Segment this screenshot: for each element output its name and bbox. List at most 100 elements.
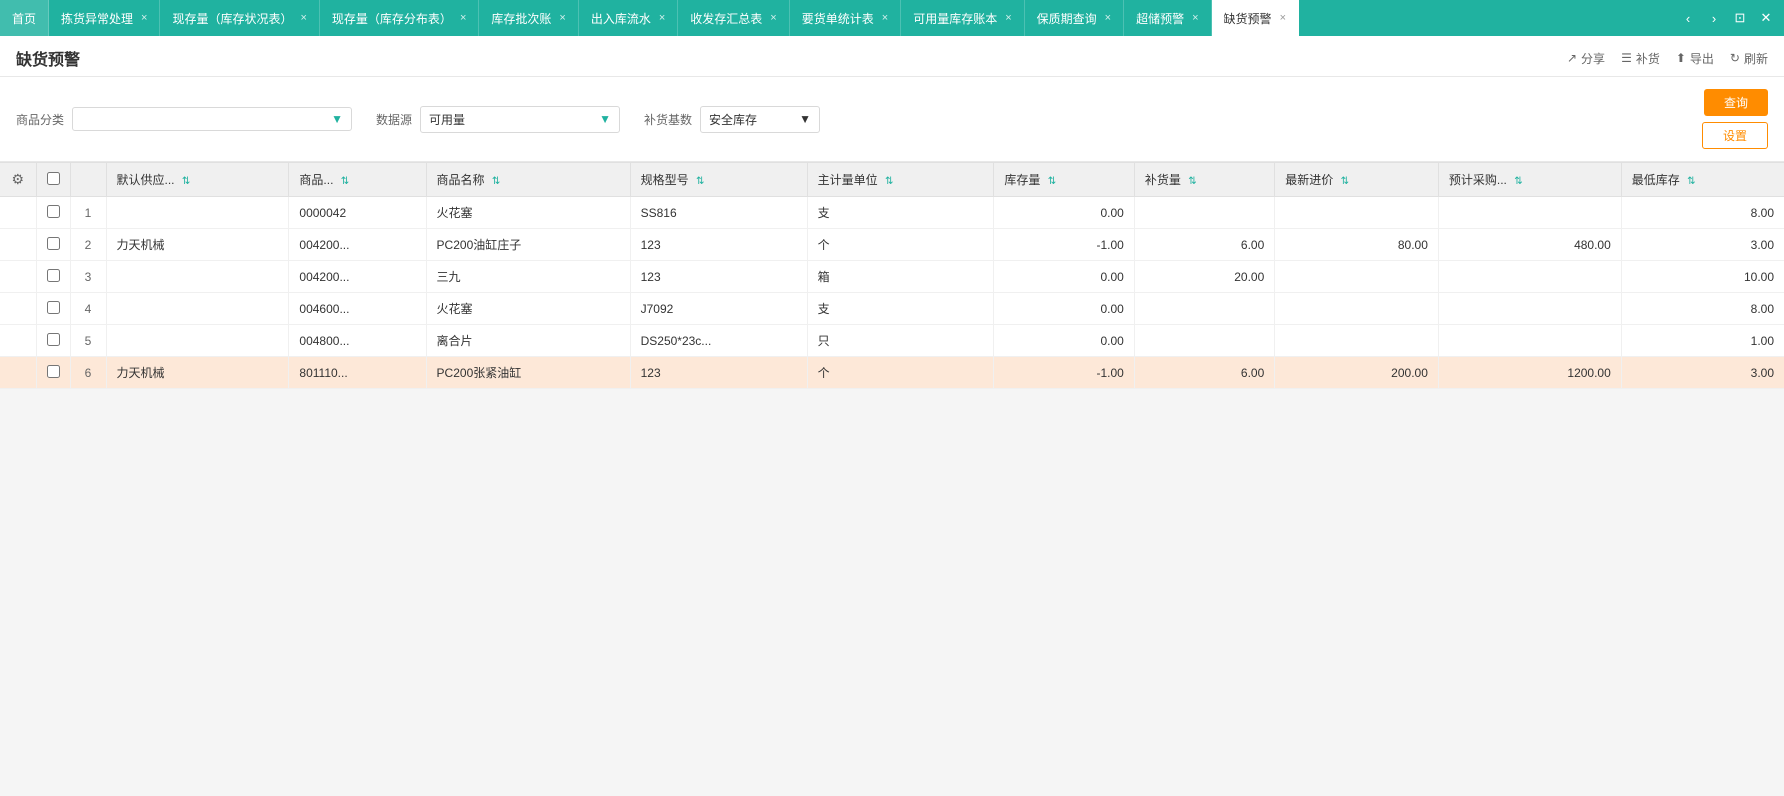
nav-close-btn[interactable]: ✕ bbox=[1754, 6, 1778, 30]
datasource-label: 数据源 bbox=[376, 111, 412, 128]
sort-unit-icon: ⇅ bbox=[885, 176, 893, 187]
nav-restore-btn[interactable]: ⊡ bbox=[1728, 6, 1752, 30]
tab-inventory-dist[interactable]: 现存量（库存分布表） × bbox=[320, 0, 479, 36]
th-min-stock[interactable]: 最低库存 ⇅ bbox=[1621, 163, 1784, 197]
nav-next-btn[interactable]: › bbox=[1702, 6, 1726, 30]
filter-area: 商品分类 ▼ 数据源 可用量 ▼ 补货基数 安全库存 ▼ 查询 设置 bbox=[0, 77, 1784, 162]
replenish-select[interactable]: 安全库存 ▼ bbox=[700, 106, 820, 133]
th-name[interactable]: 商品名称 ⇅ bbox=[426, 163, 630, 197]
row-checkbox-4[interactable] bbox=[47, 333, 60, 346]
datasource-filter-group: 数据源 可用量 ▼ bbox=[376, 106, 620, 133]
th-unit[interactable]: 主计量单位 ⇅ bbox=[807, 163, 994, 197]
category-select[interactable]: ▼ bbox=[72, 107, 352, 131]
row-checkbox-0[interactable] bbox=[47, 205, 60, 218]
tab-shortage[interactable]: 缺货预警 × bbox=[1212, 0, 1299, 36]
table-row: 1 0000042 火花塞 SS816 支 0.00 8.00 bbox=[0, 197, 1784, 229]
th-supplier[interactable]: 默认供应... ⇅ bbox=[106, 163, 289, 197]
td-est-purchase-5: 1200.00 bbox=[1438, 357, 1621, 389]
close-tab-7[interactable]: × bbox=[882, 12, 888, 24]
td-seq-3: 4 bbox=[70, 293, 106, 325]
tab-flow[interactable]: 出入库流水 × bbox=[579, 0, 678, 36]
close-tab-5[interactable]: × bbox=[659, 12, 665, 24]
td-checkbox-4[interactable] bbox=[36, 325, 70, 357]
th-spec[interactable]: 规格型号 ⇅ bbox=[630, 163, 807, 197]
share-btn[interactable]: ↗ 分享 bbox=[1567, 50, 1605, 67]
td-supplier-1: 力天机械 bbox=[106, 229, 289, 261]
row-checkbox-2[interactable] bbox=[47, 269, 60, 282]
td-replenish-1: 6.00 bbox=[1134, 229, 1274, 261]
td-stock-5: -1.00 bbox=[994, 357, 1134, 389]
td-spec-5: 123 bbox=[630, 357, 807, 389]
th-replenish[interactable]: 补货量 ⇅ bbox=[1134, 163, 1274, 197]
td-min-stock-4: 1.00 bbox=[1621, 325, 1784, 357]
close-tab-4[interactable]: × bbox=[559, 12, 565, 24]
td-checkbox-3[interactable] bbox=[36, 293, 70, 325]
close-tab-11[interactable]: × bbox=[1280, 12, 1286, 24]
td-replenish-5: 6.00 bbox=[1134, 357, 1274, 389]
td-code-0: 0000042 bbox=[289, 197, 426, 229]
td-checkbox-5[interactable] bbox=[36, 357, 70, 389]
select-all-checkbox[interactable] bbox=[47, 172, 60, 185]
row-checkbox-3[interactable] bbox=[47, 301, 60, 314]
close-tab-8[interactable]: × bbox=[1005, 12, 1011, 24]
th-gear[interactable]: ⚙ bbox=[0, 163, 36, 197]
th-code[interactable]: 商品... ⇅ bbox=[289, 163, 426, 197]
td-seq-2: 3 bbox=[70, 261, 106, 293]
sort-code-icon: ⇅ bbox=[341, 176, 349, 187]
close-tab-10[interactable]: × bbox=[1192, 12, 1198, 24]
tab-inventory-status[interactable]: 现存量（库存状况表） × bbox=[160, 0, 319, 36]
td-seq-4: 5 bbox=[70, 325, 106, 357]
td-spec-4: DS250*23c... bbox=[630, 325, 807, 357]
nav-prev-btn[interactable]: ‹ bbox=[1676, 6, 1700, 30]
td-stock-2: 0.00 bbox=[994, 261, 1134, 293]
header-actions: ↗ 分享 ☰ 补货 ⬆ 导出 ↻ 刷新 bbox=[1567, 50, 1768, 67]
tab-batch-account[interactable]: 库存批次账 × bbox=[479, 0, 578, 36]
datasource-select[interactable]: 可用量 ▼ bbox=[420, 106, 620, 133]
td-seq-5: 6 bbox=[70, 357, 106, 389]
close-tab-3[interactable]: × bbox=[460, 12, 466, 24]
replenish-btn[interactable]: ☰ 补货 bbox=[1621, 50, 1660, 67]
td-checkbox-1[interactable] bbox=[36, 229, 70, 261]
td-gear-0 bbox=[0, 197, 36, 229]
tab-requisition[interactable]: 要货单统计表 × bbox=[790, 0, 901, 36]
close-tab-9[interactable]: × bbox=[1105, 12, 1111, 24]
category-label: 商品分类 bbox=[16, 111, 64, 128]
export-icon: ⬆ bbox=[1676, 51, 1686, 65]
td-unit-3: 支 bbox=[807, 293, 994, 325]
sort-replenish-icon: ⇅ bbox=[1188, 176, 1196, 187]
td-supplier-0 bbox=[106, 197, 289, 229]
th-est-purchase[interactable]: 预计采购... ⇅ bbox=[1438, 163, 1621, 197]
gear-icon[interactable]: ⚙ bbox=[11, 171, 24, 187]
refresh-btn[interactable]: ↻ 刷新 bbox=[1730, 50, 1768, 67]
close-tab-2[interactable]: × bbox=[300, 12, 306, 24]
sort-name-icon: ⇅ bbox=[492, 176, 500, 187]
table-container: ⚙ 默认供应... ⇅ 商品... ⇅ 商品名称 bbox=[0, 162, 1784, 389]
td-replenish-3 bbox=[1134, 293, 1274, 325]
td-min-stock-3: 8.00 bbox=[1621, 293, 1784, 325]
tab-summary[interactable]: 收发存汇总表 × bbox=[678, 0, 789, 36]
settings-button[interactable]: 设置 bbox=[1702, 122, 1768, 149]
export-btn[interactable]: ⬆ 导出 bbox=[1676, 50, 1714, 67]
table-row: 2 力天机械 004200... PC200油缸庄子 123 个 -1.00 6… bbox=[0, 229, 1784, 261]
close-tab-6[interactable]: × bbox=[770, 12, 776, 24]
td-checkbox-0[interactable] bbox=[36, 197, 70, 229]
tab-home[interactable]: 首页 bbox=[0, 0, 49, 36]
th-stock[interactable]: 库存量 ⇅ bbox=[994, 163, 1134, 197]
td-stock-4: 0.00 bbox=[994, 325, 1134, 357]
tab-overstock[interactable]: 超储预警 × bbox=[1124, 0, 1211, 36]
td-name-0: 火花塞 bbox=[426, 197, 630, 229]
datasource-arrow-icon: ▼ bbox=[599, 112, 611, 126]
th-latest-price[interactable]: 最新进价 ⇅ bbox=[1275, 163, 1439, 197]
td-checkbox-2[interactable] bbox=[36, 261, 70, 293]
row-checkbox-5[interactable] bbox=[47, 365, 60, 378]
sort-price-icon: ⇅ bbox=[1341, 176, 1349, 187]
tab-picking-exception[interactable]: 拣货异常处理 × bbox=[49, 0, 160, 36]
close-tab-1[interactable]: × bbox=[141, 12, 147, 24]
query-button[interactable]: 查询 bbox=[1704, 89, 1768, 116]
replenish-filter-group: 补货基数 安全库存 ▼ bbox=[644, 106, 820, 133]
td-gear-1 bbox=[0, 229, 36, 261]
tab-expiry[interactable]: 保质期查询 × bbox=[1025, 0, 1124, 36]
tab-available[interactable]: 可用量库存账本 × bbox=[901, 0, 1024, 36]
sort-spec-icon: ⇅ bbox=[696, 176, 704, 187]
row-checkbox-1[interactable] bbox=[47, 237, 60, 250]
